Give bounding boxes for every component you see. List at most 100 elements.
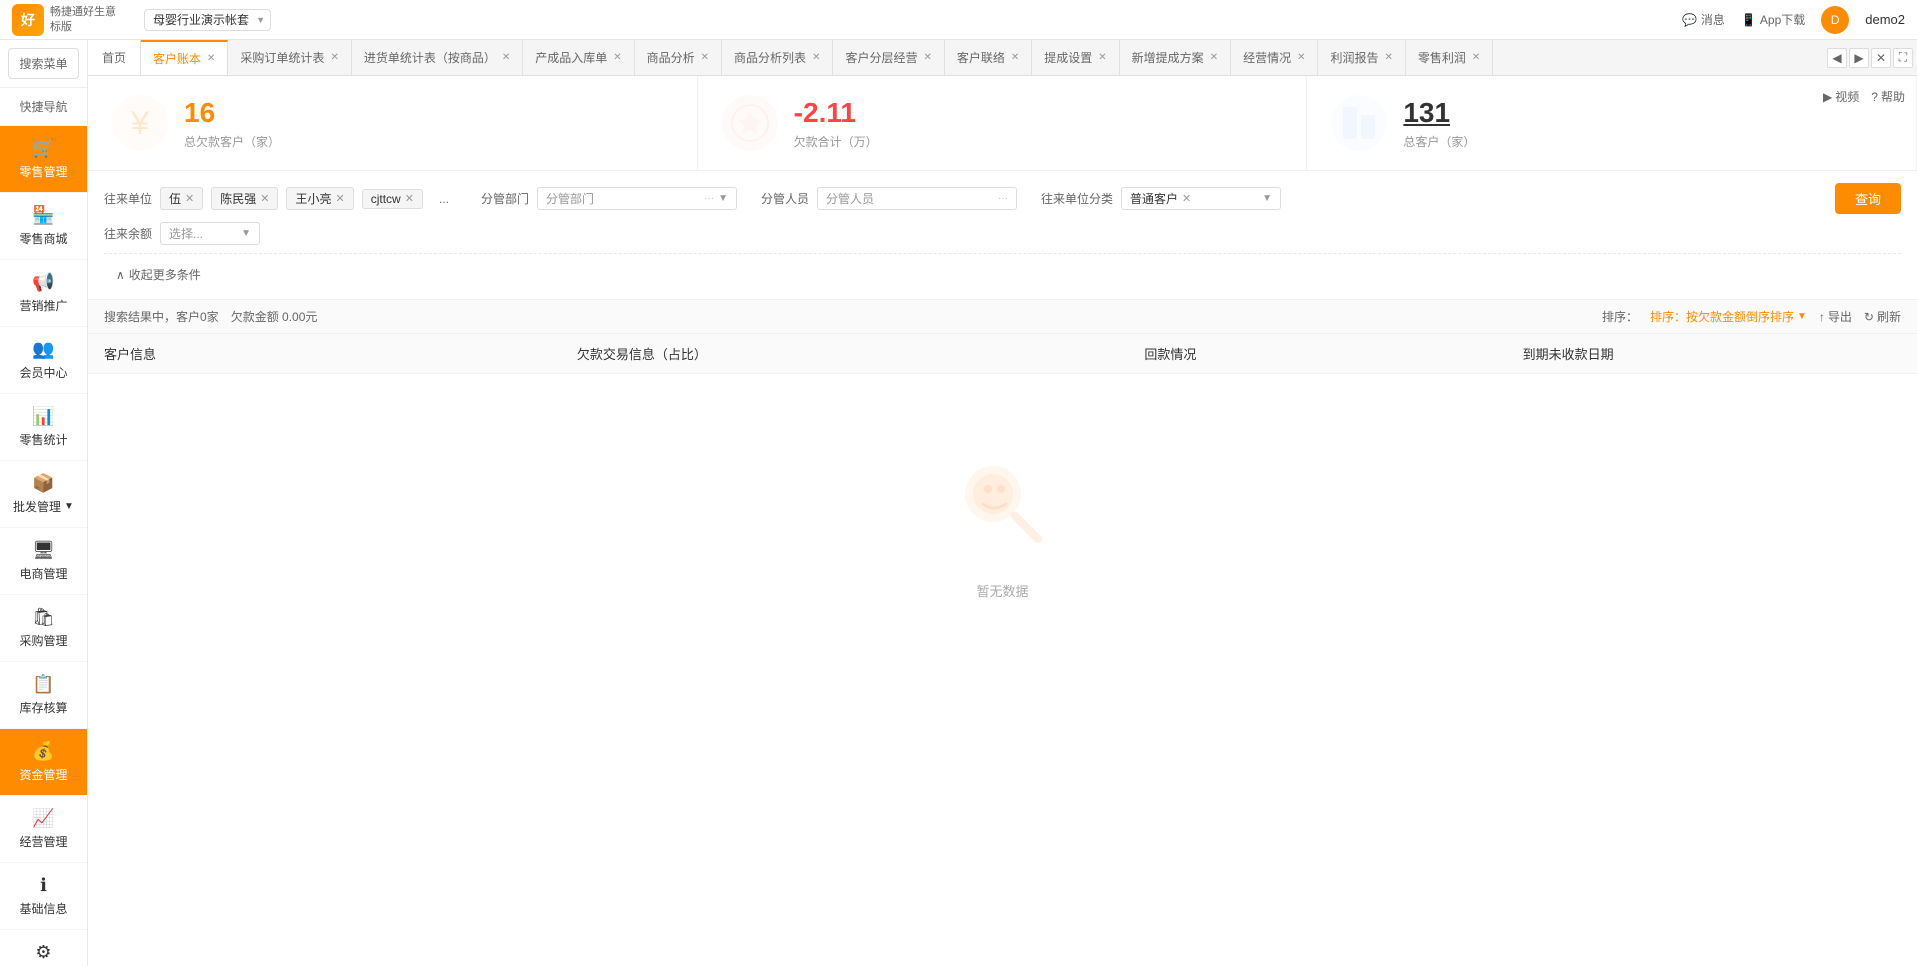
remove-tag-chen[interactable]: ✕ <box>260 192 269 205</box>
filter-tag-wang: 王小亮 ✕ <box>286 187 353 210</box>
close-tab-production[interactable]: ✕ <box>613 52 621 63</box>
workspace-select[interactable]: 母婴行业演示帐套 <box>144 9 271 31</box>
tab-commission-setting[interactable]: 提成设置 ✕ <box>1032 40 1119 76</box>
close-tab-stock-stat[interactable]: ✕ <box>502 52 510 63</box>
filter-tag-cj: cjttcw ✕ <box>362 189 423 209</box>
sidebar-item-finance[interactable]: 💰 资金管理 <box>0 729 87 796</box>
col-header-due-date: 到期未收款日期 <box>1523 344 1901 363</box>
filter-tag-chen: 陈民强 ✕ <box>211 187 278 210</box>
sidebar-item-retail-shop[interactable]: 🏪 零售商城 <box>0 193 87 260</box>
tab-ops-status[interactable]: 经营情况 ✕ <box>1231 40 1318 76</box>
tab-prev-btn[interactable]: ◀ <box>1827 48 1847 68</box>
tab-close-all-btn[interactable]: ✕ <box>1871 48 1891 68</box>
quick-nav-btn[interactable]: 快捷导航 <box>0 88 87 126</box>
sidebar-search-area: 搜索菜单 <box>0 40 87 88</box>
search-menu-btn[interactable]: 搜索菜单 <box>8 48 79 79</box>
balance-chevron-icon: ▼ <box>241 228 251 239</box>
sort-label: 排序： <box>1602 308 1638 325</box>
close-tab-goods-analysis[interactable]: ✕ <box>701 52 709 63</box>
empty-illustration <box>953 454 1053 573</box>
close-tab-customer-contact[interactable]: ✕ <box>1011 52 1019 63</box>
sidebar-item-member[interactable]: 👥 会员中心 <box>0 327 87 394</box>
sidebar-item-ops[interactable]: 📈 经营管理 <box>0 796 87 863</box>
username[interactable]: demo2 <box>1865 12 1905 27</box>
person-filter-label: 分管人员 <box>761 190 809 207</box>
col-header-customer-info: 客户信息 <box>104 344 577 363</box>
refresh-btn[interactable]: ↻ 刷新 <box>1864 308 1901 325</box>
dept-filter-label: 分管部门 <box>481 190 529 207</box>
close-tab-customer-book[interactable]: ✕ <box>207 53 215 64</box>
refresh-icon: ↻ <box>1864 310 1874 324</box>
unit-type-tag: 普通客户 ✕ <box>1130 190 1191 207</box>
query-button[interactable]: 查询 <box>1835 183 1901 214</box>
tab-purchase-order[interactable]: 采购订单统计表 ✕ <box>228 40 351 76</box>
sidebar-item-inventory[interactable]: 📋 库存核算 <box>0 662 87 729</box>
tab-customer-layer[interactable]: 客户分层经营 ✕ <box>833 40 944 76</box>
tab-goods-analysis-list[interactable]: 商品分析列表 ✕ <box>722 40 833 76</box>
close-tab-add-commission[interactable]: ✕ <box>1210 52 1218 63</box>
sidebar-item-basic-info[interactable]: ℹ 基础信息 <box>0 863 87 930</box>
balance-filter-label: 往来余额 <box>104 225 152 242</box>
sidebar-item-batch-mgmt[interactable]: 📦 批发管理 ▼ <box>0 461 87 528</box>
finance-icon: 💰 <box>32 741 54 762</box>
export-btn[interactable]: ↑ 导出 <box>1819 308 1852 325</box>
retail-mgmt-icon: 🛒 <box>32 138 54 159</box>
sidebar-item-retail-mgmt[interactable]: 🛒 零售管理 <box>0 126 87 193</box>
search-result-text: 搜索结果中，客户0家 <box>104 308 219 325</box>
tab-customer-book[interactable]: 客户账本 ✕ <box>141 40 228 76</box>
tab-customer-contact[interactable]: 客户联络 ✕ <box>945 40 1032 76</box>
collapse-up-icon: ∧ <box>116 268 125 282</box>
message-btn[interactable]: 💬 消息 <box>1682 11 1725 28</box>
sidebar-item-sys-mgmt[interactable]: ⚙ 系统管理 <box>0 930 87 966</box>
close-tab-retail-profit[interactable]: ✕ <box>1472 52 1480 63</box>
close-tab-goods-analysis-list[interactable]: ✕ <box>812 52 820 63</box>
message-icon: 💬 <box>1682 13 1697 27</box>
close-tab-commission-setting[interactable]: ✕ <box>1098 52 1106 63</box>
tab-add-commission[interactable]: 新增提成方案 ✕ <box>1120 40 1231 76</box>
sort-select[interactable]: 排序：按欠款金额倒序排序 ▼ <box>1650 308 1807 325</box>
tab-stock-stat[interactable]: 进货单统计表（按商品） ✕ <box>352 40 523 76</box>
filter-area: 往来单位 伍 ✕ 陈民强 ✕ 王小亮 ✕ <box>88 171 1917 300</box>
close-tab-profit-report[interactable]: ✕ <box>1385 52 1393 63</box>
sidebar-item-retail-stat[interactable]: 📊 零售统计 <box>0 394 87 461</box>
close-tab-customer-layer[interactable]: ✕ <box>923 52 931 63</box>
tab-next-btn[interactable]: ▶ <box>1849 48 1869 68</box>
collapse-btn[interactable]: ∧ 收起更多条件 <box>104 262 1901 287</box>
remove-tag-wu[interactable]: ✕ <box>185 192 194 205</box>
avatar: D <box>1821 6 1849 34</box>
app-download-btn[interactable]: 📱 App下载 <box>1741 11 1805 28</box>
table: 客户信息 欠款交易信息（占比） 回款情况 到期未收款日期 <box>88 334 1917 680</box>
tab-goods-analysis[interactable]: 商品分析 ✕ <box>635 40 722 76</box>
remove-tag-cj[interactable]: ✕ <box>405 192 414 205</box>
stat-arrears-icon <box>722 95 778 151</box>
stat-customers-label: 总欠款客户（家） <box>184 133 280 150</box>
more-tags-btn[interactable]: ... <box>431 190 457 208</box>
filter-tag-wu: 伍 ✕ <box>160 187 203 210</box>
sidebar-item-purchase[interactable]: 🛍 采购管理 <box>0 595 87 662</box>
sidebar-item-marketing[interactable]: 📢 营销推广 <box>0 260 87 327</box>
unit-type-label: 往来单位分类 <box>1041 190 1113 207</box>
remove-unit-type-tag[interactable]: ✕ <box>1182 192 1191 205</box>
stat-customers-icon: ¥ <box>112 95 168 151</box>
tab-production[interactable]: 产成品入库单 ✕ <box>523 40 634 76</box>
stat-arrears-label: 欠款合计（万） <box>794 133 878 150</box>
sidebar-item-ecom[interactable]: 🖥 电商管理 <box>0 528 87 595</box>
tab-home[interactable]: 首页 <box>88 40 141 76</box>
filter-row-2: 往来余额 选择... ▼ <box>104 222 1901 245</box>
tab-retail-profit[interactable]: 零售利润 ✕ <box>1406 40 1493 76</box>
unit-type-select[interactable]: 普通客户 ✕ ▼ <box>1121 187 1281 210</box>
video-link[interactable]: ▶ 视频 <box>1823 88 1859 105</box>
close-tab-ops-status[interactable]: ✕ <box>1297 52 1305 63</box>
workspace-selector[interactable]: 母婴行业演示帐套 <box>132 9 271 31</box>
tab-fullscreen-btn[interactable]: ⛶ <box>1893 48 1913 68</box>
dept-select[interactable]: 分管部门 ··· ▼ <box>537 187 737 210</box>
help-link[interactable]: ? 帮助 <box>1871 88 1905 105</box>
sort-chevron-icon: ▼ <box>1797 311 1807 322</box>
close-tab-purchase-order[interactable]: ✕ <box>330 52 338 63</box>
remove-tag-wang[interactable]: ✕ <box>336 192 345 205</box>
balance-select[interactable]: 选择... ▼ <box>160 222 260 245</box>
ecom-icon: 🖥 <box>32 540 55 561</box>
retail-shop-icon: 🏪 <box>32 205 54 226</box>
person-select[interactable]: 分管人员 ··· <box>817 187 1017 210</box>
tab-profit-report[interactable]: 利润报告 ✕ <box>1318 40 1405 76</box>
